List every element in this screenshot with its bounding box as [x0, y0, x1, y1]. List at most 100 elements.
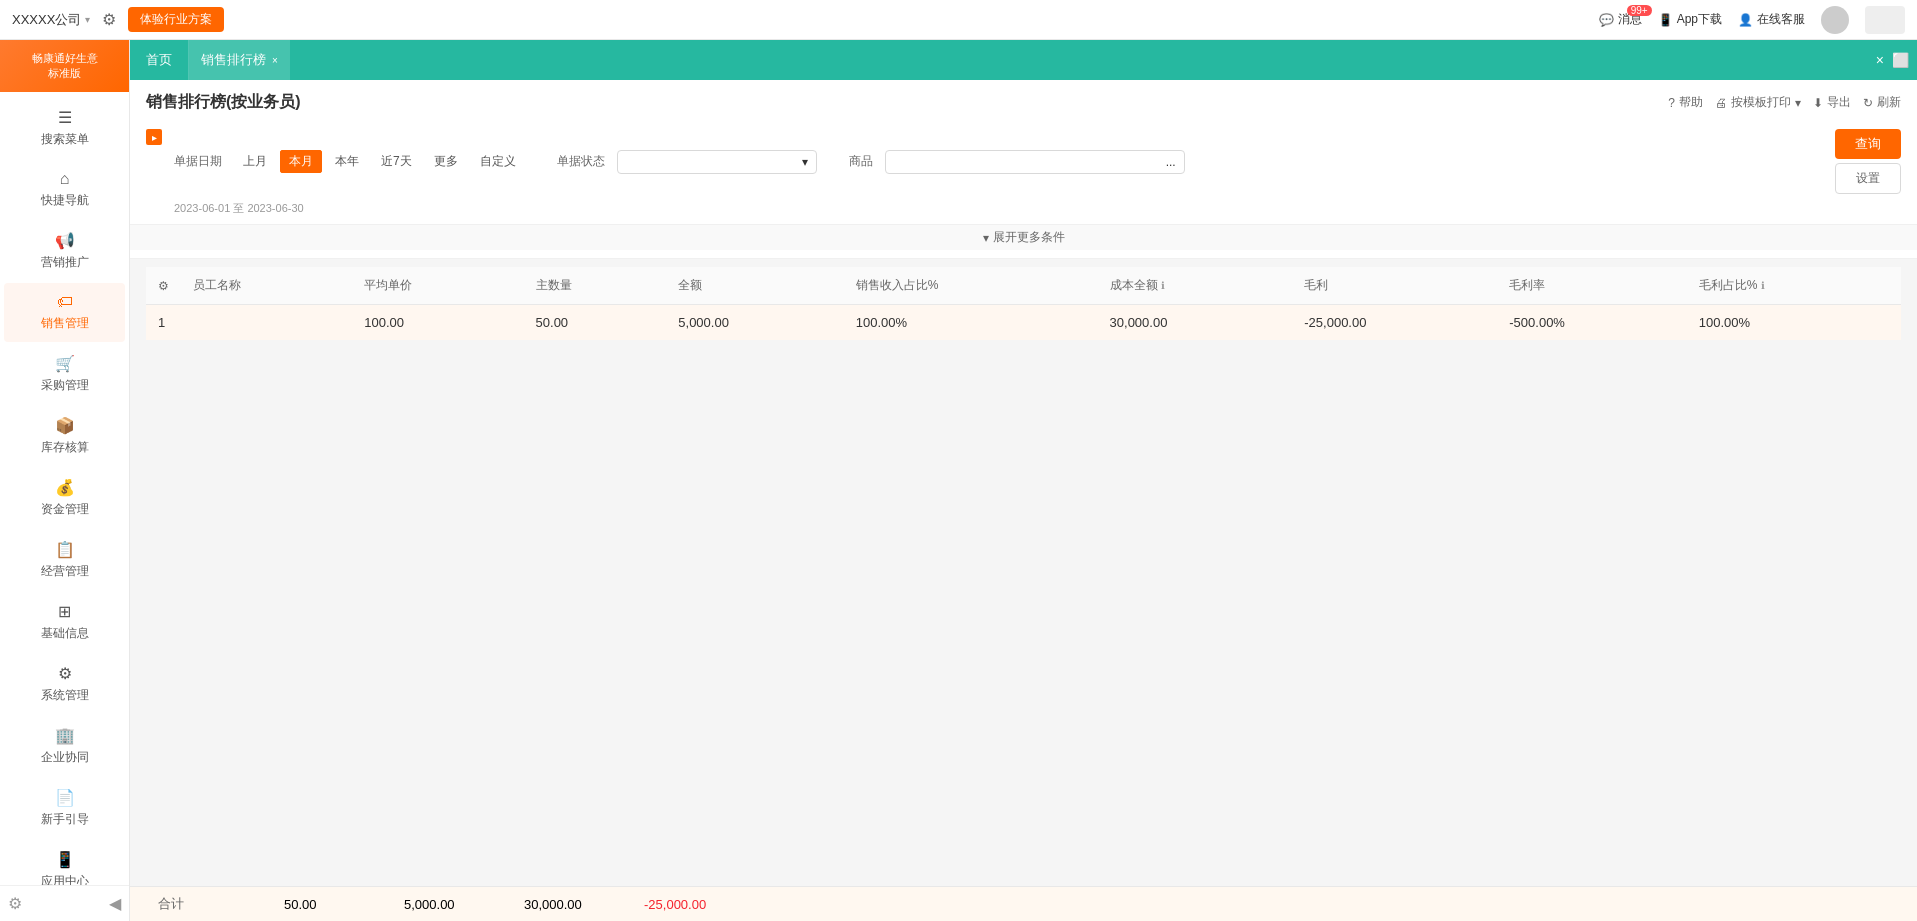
date-range-text: 2023-06-01 至 2023-06-30 — [174, 202, 304, 214]
sidebar-item-system[interactable]: ⚙ 系统管理 — [4, 654, 125, 714]
purchase-icon: 🛒 — [55, 354, 75, 373]
th-name: 员工名称 — [181, 267, 352, 305]
logo-line1: 畅康通好生意 — [32, 51, 98, 66]
sidebar-item-inventory[interactable]: 📦 库存核算 — [4, 406, 125, 466]
top-bar: XXXXX公司 ▾ ⚙ 体验行业方案 💬 消息 99+ 📱 App下载 👤 在线… — [0, 0, 1917, 40]
sidebar-item-sales[interactable]: 🏷 销售管理 — [4, 283, 125, 342]
user-name-badge[interactable] — [1865, 6, 1905, 34]
row-name — [181, 305, 352, 341]
content-area: 首页 销售排行榜 × × ⬜ 销售排行榜(按业务员) ? 帮助 — [130, 40, 1917, 921]
operation-icon: 📋 — [55, 540, 75, 559]
message-button[interactable]: 💬 消息 99+ — [1599, 11, 1642, 28]
tab-fullscreen-button[interactable]: ⬜ — [1892, 52, 1909, 68]
date-tab-current-month[interactable]: 本月 — [280, 150, 322, 173]
app-label: App下载 — [1677, 11, 1722, 28]
query-button[interactable]: 查询 — [1835, 129, 1901, 159]
sidebar-item-quick-label: 快捷导航 — [41, 192, 89, 209]
company-selector[interactable]: XXXXX公司 ▾ — [12, 11, 90, 29]
apps-icon: 📱 — [55, 850, 75, 869]
tab-home[interactable]: 首页 — [130, 40, 189, 80]
filter-actions: 查询 设置 — [1835, 129, 1901, 194]
date-range-display: 2023-06-01 至 2023-06-30 — [174, 198, 1901, 216]
sidebar-item-enterprise[interactable]: 🏢 企业协同 — [4, 716, 125, 776]
sidebar-item-finance-label: 资金管理 — [41, 501, 89, 518]
sidebar-item-search[interactable]: ☰ 搜索菜单 — [4, 98, 125, 158]
status-select[interactable]: ▾ — [617, 150, 817, 174]
th-profit: 毛利 — [1292, 267, 1497, 305]
print-icon: 🖨 — [1715, 96, 1727, 110]
th-profit-rate: 毛利率 — [1497, 267, 1687, 305]
sidebar-item-basic[interactable]: ⊞ 基础信息 — [4, 592, 125, 652]
data-table: ⚙ 员工名称 平均单价 主数量 全额 销售收入占比% 成本全额 ℹ 毛利 毛利率… — [146, 267, 1901, 341]
sidebar-item-marketing[interactable]: 📢 营销推广 — [4, 221, 125, 281]
tab-close-all-button[interactable]: × — [1876, 52, 1884, 68]
footer-label: 合计 — [158, 895, 184, 913]
export-button[interactable]: ⬇ 导出 — [1813, 94, 1851, 111]
footer-profit: -25,000.00 — [644, 897, 764, 912]
sidebar-item-finance[interactable]: 💰 资金管理 — [4, 468, 125, 528]
expand-chevron-icon: ▾ — [983, 231, 989, 245]
table-row: 1 100.00 50.00 5,000.00 100.00% 30,000.0… — [146, 305, 1901, 341]
sidebar-collapse-button[interactable]: ◀ — [109, 894, 121, 913]
sidebar-item-guide[interactable]: 📄 新手引导 — [4, 778, 125, 838]
help-icon: ? — [1668, 96, 1675, 110]
sidebar-item-purchase-label: 采购管理 — [41, 377, 89, 394]
th-amount: 全额 — [666, 267, 844, 305]
logo-line2: 标准版 — [32, 66, 98, 81]
date-tab-current-year[interactable]: 本年 — [326, 150, 368, 173]
expand-conditions-btn[interactable]: ▾ 展开更多条件 — [130, 224, 1917, 250]
page-actions: ? 帮助 🖨 按模板打印 ▾ ⬇ 导出 ↻ — [1668, 94, 1901, 111]
help-link[interactable]: ? 帮助 — [1668, 94, 1703, 111]
filter-collapse-toggle[interactable]: ▸ — [146, 129, 162, 145]
app-download-button[interactable]: 📱 App下载 — [1658, 11, 1722, 28]
logo-area: 畅康通好生意 标准版 — [0, 40, 129, 92]
table-header-row: ⚙ 员工名称 平均单价 主数量 全额 销售收入占比% 成本全额 ℹ 毛利 毛利率… — [146, 267, 1901, 305]
row-profit-pct: 100.00% — [1687, 305, 1901, 341]
print-chevron: ▾ — [1795, 96, 1801, 110]
date-tab-custom[interactable]: 自定义 — [471, 150, 525, 173]
sales-icon: 🏷 — [57, 293, 73, 311]
print-button[interactable]: 🖨 按模板打印 ▾ — [1715, 94, 1801, 111]
settings-button[interactable]: 设置 — [1835, 163, 1901, 194]
refresh-button[interactable]: ↻ 刷新 — [1863, 94, 1901, 111]
status-label: 单据状态 — [557, 153, 605, 170]
table-container: ⚙ 员工名称 平均单价 主数量 全额 销售收入占比% 成本全额 ℹ 毛利 毛利率… — [130, 259, 1917, 886]
th-cost: 成本全额 ℹ — [1098, 267, 1293, 305]
sidebar-item-guide-label: 新手引导 — [41, 811, 89, 828]
message-badge: 99+ — [1627, 5, 1652, 16]
date-tab-last-month[interactable]: 上月 — [234, 150, 276, 173]
goods-select[interactable]: ... — [885, 150, 1185, 174]
row-rank: 1 — [146, 305, 181, 341]
th-settings: ⚙ — [146, 267, 181, 305]
row-qty: 50.00 — [524, 305, 667, 341]
cost-info-icon[interactable]: ℹ — [1161, 280, 1165, 291]
sidebar-item-quick[interactable]: ⌂ 快捷导航 — [4, 160, 125, 219]
date-tab-more[interactable]: 更多 — [425, 150, 467, 173]
sidebar-item-purchase[interactable]: 🛒 采购管理 — [4, 344, 125, 404]
company-chevron: ▾ — [85, 14, 90, 25]
sidebar-item-system-label: 系统管理 — [41, 687, 89, 704]
tab-sales-ranking[interactable]: 销售排行榜 × — [189, 40, 290, 80]
column-settings-icon[interactable]: ⚙ — [158, 279, 169, 293]
avatar[interactable] — [1821, 6, 1849, 34]
system-icon: ⚙ — [58, 664, 72, 683]
nav-items: ☰ 搜索菜单 ⌂ 快捷导航 📢 营销推广 🏷 销售管理 🛒 采购管理 📦 库 — [0, 92, 129, 885]
tab-close-button[interactable]: × — [272, 55, 278, 66]
sidebar-item-operation-label: 经营管理 — [41, 563, 89, 580]
sidebar-settings-button[interactable]: ⚙ — [8, 894, 22, 913]
tab-sales-ranking-label: 销售排行榜 — [201, 51, 266, 69]
main-layout: 畅康通好生意 标准版 ☰ 搜索菜单 ⌂ 快捷导航 📢 营销推广 🏷 销售管理 — [0, 40, 1917, 921]
tab-bar: 首页 销售排行榜 × × ⬜ — [130, 40, 1917, 80]
profit-pct-info-icon[interactable]: ℹ — [1761, 280, 1765, 291]
experience-button[interactable]: 体验行业方案 — [128, 7, 224, 32]
sidebar-item-operation[interactable]: 📋 经营管理 — [4, 530, 125, 590]
date-tab-7days[interactable]: 近7天 — [372, 150, 421, 173]
filter-area: ▸ 单据日期 上月 本月 本年 近7天 更多 — [146, 121, 1901, 258]
date-tabs: 上月 本月 本年 近7天 更多 自定义 — [234, 150, 525, 173]
filter-row-1: 单据日期 上月 本月 本年 近7天 更多 自定义 — [174, 129, 1901, 194]
sidebar-item-apps[interactable]: 📱 应用中心 — [4, 840, 125, 885]
settings-icon[interactable]: ⚙ — [102, 10, 116, 29]
sidebar-bottom: ⚙ ◀ — [0, 885, 129, 921]
goods-more: ... — [1166, 155, 1176, 169]
online-service-button[interactable]: 👤 在线客服 — [1738, 11, 1805, 28]
